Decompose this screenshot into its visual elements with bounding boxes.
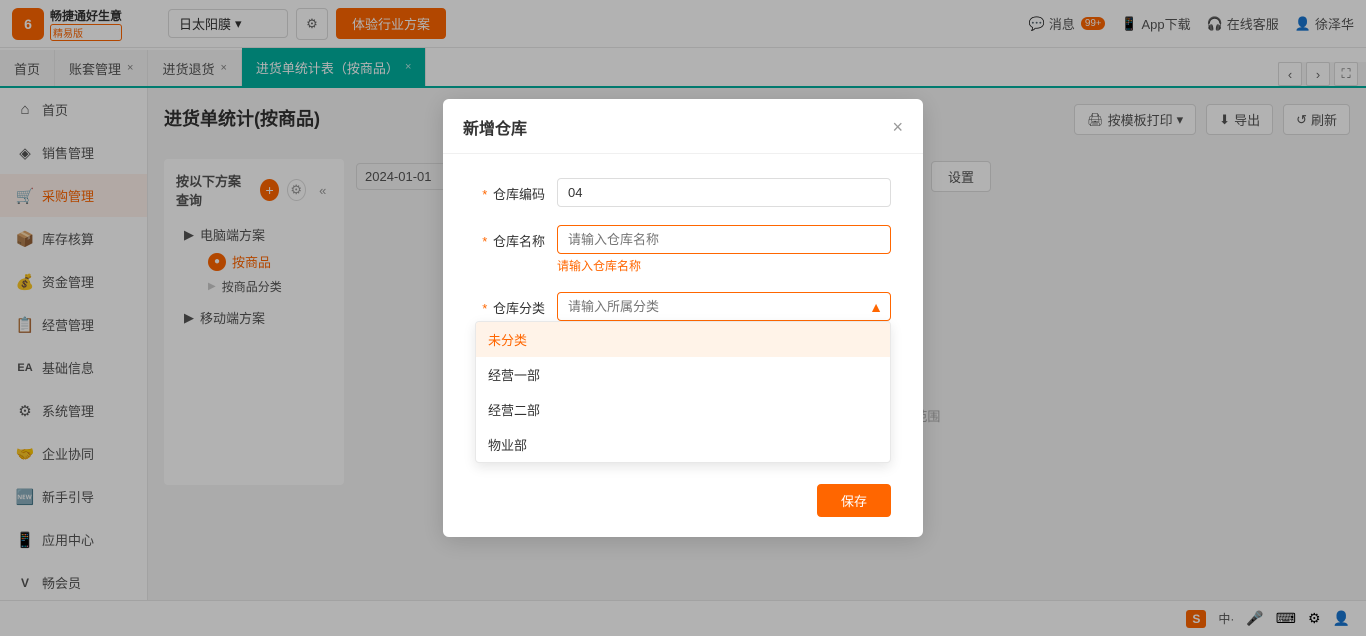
name-label: * 仓库名称	[475, 225, 545, 250]
category-input-wrap: ▲	[557, 292, 891, 321]
name-control: 请输入仓库名称	[557, 225, 891, 274]
name-error-message: 请输入仓库名称	[557, 257, 891, 274]
form-row-name: * 仓库名称 请输入仓库名称	[475, 225, 891, 274]
dialog-body: * 仓库编码 * 仓库名称 请输入仓库名称	[443, 154, 923, 472]
code-control	[557, 178, 891, 207]
category-dropdown-arrow[interactable]: ▲	[869, 299, 883, 315]
category-control: ▲ 未分类 经营一部 经营二部 物业部	[557, 292, 891, 321]
form-row-category: * 仓库分类 ▲ 未分类 经营一部 经营二部 物业部	[475, 292, 891, 321]
dialog-overlay: 新增仓库 × * 仓库编码 * 仓库名称	[0, 0, 1366, 636]
save-button[interactable]: 保存	[817, 484, 891, 517]
code-input[interactable]	[557, 178, 891, 207]
code-label: * 仓库编码	[475, 178, 545, 203]
dialog-footer: 保存	[443, 472, 923, 537]
add-warehouse-dialog: 新增仓库 × * 仓库编码 * 仓库名称	[443, 99, 923, 537]
name-input[interactable]	[557, 225, 891, 254]
dropdown-item-dept2[interactable]: 经营二部	[476, 392, 890, 427]
category-dropdown-list: 未分类 经营一部 经营二部 物业部	[475, 321, 891, 463]
dropdown-item-dept1[interactable]: 经营一部	[476, 357, 890, 392]
dropdown-item-property[interactable]: 物业部	[476, 427, 890, 462]
category-input[interactable]	[557, 292, 891, 321]
dropdown-item-uncategorized[interactable]: 未分类	[476, 322, 890, 357]
dialog-close-icon[interactable]: ×	[892, 117, 903, 138]
form-row-code: * 仓库编码	[475, 178, 891, 207]
category-label: * 仓库分类	[475, 292, 545, 317]
dialog-title: 新增仓库	[463, 115, 527, 139]
dialog-header: 新增仓库 ×	[443, 99, 923, 154]
